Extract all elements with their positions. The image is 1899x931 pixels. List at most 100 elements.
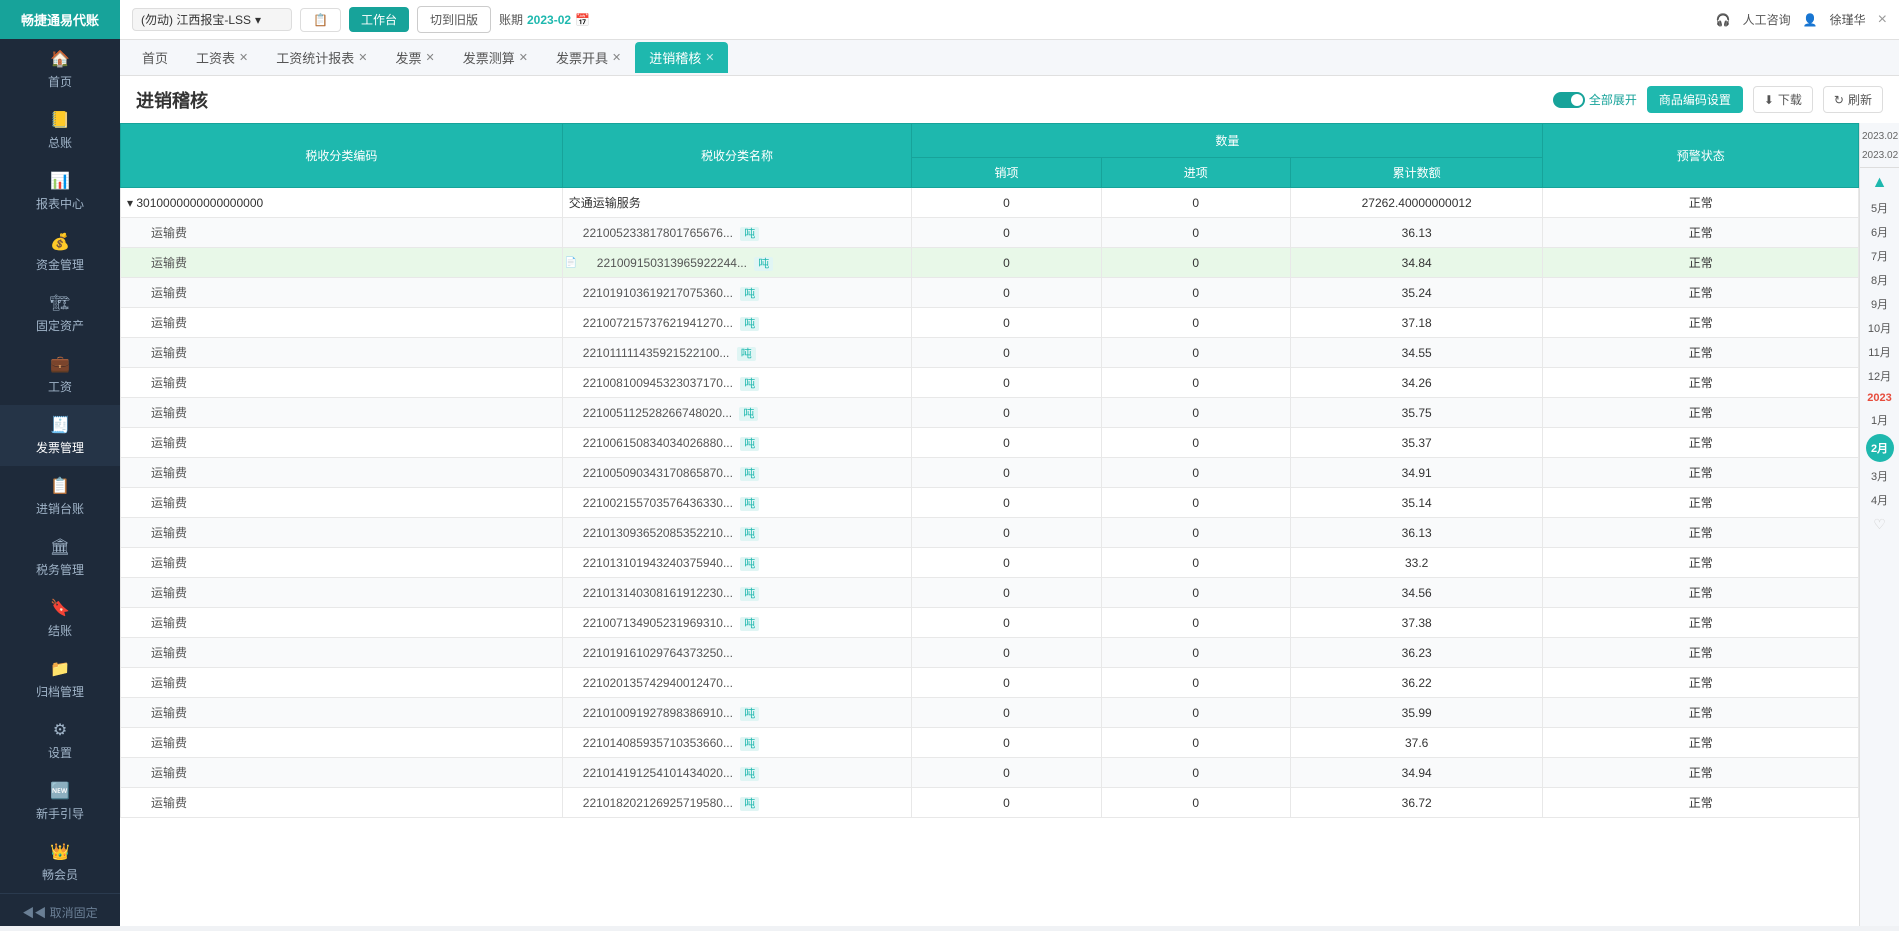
sidebar-item-archive[interactable]: 📁 归档管理	[0, 649, 120, 710]
tab-salary-close[interactable]: ✕	[239, 51, 248, 64]
table-row[interactable]: 运输费 221019161029764373250... 0 0 36.23 正…	[121, 638, 1859, 668]
row-name: 运输费	[121, 488, 563, 518]
salary-icon: 💼	[50, 354, 70, 374]
table-row[interactable]: 运输费 221006150834034026880... 吨 0 0 35.37…	[121, 428, 1859, 458]
tab-invoice-calc-close[interactable]: ✕	[519, 51, 528, 64]
table-row[interactable]: 运输费 221011111435921522100... 吨 0 0 34.55…	[121, 338, 1859, 368]
sidebar-item-invoice[interactable]: 🧾 发票管理	[0, 405, 120, 466]
month-3[interactable]: 3月	[1860, 464, 1899, 488]
user-label[interactable]: 徐瑾华	[1830, 11, 1866, 28]
table-row-parent[interactable]: ▾ 3010000000000000000 交通运输服务 0 0 27262.4…	[121, 188, 1859, 218]
sidebar-item-salary[interactable]: 💼 工资	[0, 344, 120, 405]
row-purchase: 0	[1101, 278, 1290, 308]
table-row[interactable]: 运输费 221007215737621941270... 吨 0 0 37.18…	[121, 308, 1859, 338]
month-12[interactable]: 12月	[1860, 364, 1899, 388]
sidebar-item-member[interactable]: 👑 畅会员	[0, 832, 120, 893]
download-button[interactable]: ⬇ 下载	[1753, 86, 1813, 113]
table-row[interactable]: 运输费 📄 221009150313965922244... 吨 0 0 34.…	[121, 248, 1859, 278]
table-row[interactable]: 运输费 221014085935710353660... 吨 0 0 37.6 …	[121, 728, 1859, 758]
tab-salary-stat-close[interactable]: ✕	[358, 51, 367, 64]
month-4[interactable]: 4月	[1860, 488, 1899, 512]
tab-home[interactable]: 首页	[128, 42, 182, 73]
right-panel-up-arrow[interactable]: ▲	[1860, 170, 1899, 196]
table-row[interactable]: 运输费 221005090343170865870... 吨 0 0 34.91…	[121, 458, 1859, 488]
table-row[interactable]: 运输费 221019103619217075360... 吨 0 0 35.24…	[121, 278, 1859, 308]
sidebar-item-report[interactable]: 📊 报表中心	[0, 161, 120, 222]
month-1[interactable]: 1月	[1860, 408, 1899, 432]
download-label: 下载	[1778, 91, 1802, 108]
tab-salary-stat[interactable]: 工资统计报表 ✕	[262, 42, 381, 73]
row-sales: 0	[912, 368, 1101, 398]
tab-sales-check[interactable]: 进销稽核 ✕	[635, 42, 728, 73]
th-purchase: 进项	[1101, 158, 1290, 188]
month-5[interactable]: 5月	[1860, 196, 1899, 220]
product-code-button[interactable]: 商品编码设置	[1647, 86, 1743, 113]
parent-status: 正常	[1543, 188, 1859, 218]
month-11[interactable]: 11月	[1860, 340, 1899, 364]
month-6[interactable]: 6月	[1860, 220, 1899, 244]
switch-version-button[interactable]: 切到旧版	[417, 6, 491, 33]
row-name: 运输费	[121, 428, 563, 458]
table-row[interactable]: 运输费 221020135742940012470... 0 0 36.22 正…	[121, 668, 1859, 698]
month-8[interactable]: 8月	[1860, 268, 1899, 292]
sales-icon: 📋	[50, 476, 70, 496]
pin-toggle[interactable]: ◀◀ 取消固定	[0, 893, 120, 931]
tab-salary[interactable]: 工资表 ✕	[182, 42, 262, 73]
table-row[interactable]: 运输费 221007134905231969310... 吨 0 0 37.38…	[121, 608, 1859, 638]
sidebar-item-guide[interactable]: 🆕 新手引导	[0, 771, 120, 832]
sidebar-item-settings[interactable]: ⚙ 设置	[0, 710, 120, 771]
tab-invoice-close[interactable]: ✕	[426, 51, 435, 64]
tab-sales-check-close[interactable]: ✕	[705, 51, 714, 64]
row-name: 运输费	[121, 728, 563, 758]
row-sales: 0	[912, 578, 1101, 608]
row-status: 正常	[1543, 788, 1859, 818]
table-row[interactable]: 运输费 221013140308161912230... 吨 0 0 34.56…	[121, 578, 1859, 608]
table-row[interactable]: 运输费 221010091927898386910... 吨 0 0 35.99…	[121, 698, 1859, 728]
tab-invoice-open-close[interactable]: ✕	[612, 51, 621, 64]
settings-icon: ⚙	[53, 720, 67, 740]
table-row[interactable]: 运输费 221013093652085352210... 吨 0 0 36.13…	[121, 518, 1859, 548]
tab-invoice-calc[interactable]: 发票测算 ✕	[449, 42, 542, 73]
sidebar-item-tax[interactable]: 🏛 税务管理	[0, 527, 120, 588]
table-row[interactable]: 运输费 221018202126925719580... 吨 0 0 36.72…	[121, 788, 1859, 818]
row-cumulative: 36.23	[1290, 638, 1542, 668]
member-icon: 👑	[50, 842, 70, 862]
close-button[interactable]: ×	[1878, 11, 1887, 29]
row-code: 221002155703576436330... 吨	[562, 488, 911, 518]
month-7[interactable]: 7月	[1860, 244, 1899, 268]
copy-button[interactable]: 📋	[300, 8, 341, 32]
table-row[interactable]: 运输费 221013101943240375940... 吨 0 0 33.2 …	[121, 548, 1859, 578]
tab-invoice[interactable]: 发票 ✕	[381, 42, 448, 73]
table-row[interactable]: 运输费 221005112528266748020... 吨 0 0 35.75…	[121, 398, 1859, 428]
row-purchase: 0	[1101, 518, 1290, 548]
expand-all-toggle[interactable]: 全部展开	[1553, 91, 1637, 108]
row-purchase: 0	[1101, 608, 1290, 638]
tab-invoice-open[interactable]: 发票开具 ✕	[542, 42, 635, 73]
sidebar-item-label: 工资	[48, 378, 72, 395]
support-label[interactable]: 人工咨询	[1743, 11, 1791, 28]
sidebar-item-capital[interactable]: 💰 资金管理	[0, 222, 120, 283]
sidebar-item-ledger[interactable]: 📒 总账	[0, 100, 120, 161]
table-row[interactable]: 运输费 221002155703576436330... 吨 0 0 35.14…	[121, 488, 1859, 518]
table-row[interactable]: 运输费 221008100945323037170... 吨 0 0 34.26…	[121, 368, 1859, 398]
month-9[interactable]: 9月	[1860, 292, 1899, 316]
month-10[interactable]: 10月	[1860, 316, 1899, 340]
heart-icon[interactable]: ♡	[1860, 512, 1899, 537]
table-row[interactable]: 运输费 221014191254101434020... 吨 0 0 34.94…	[121, 758, 1859, 788]
table-row[interactable]: 运输费 221005233817801765676... 吨 0 0 36.13…	[121, 218, 1859, 248]
month-2[interactable]: 2月	[1866, 434, 1894, 462]
calendar-icon[interactable]: 📅	[575, 13, 590, 27]
sidebar-item-home[interactable]: 🏠 首页	[0, 39, 120, 100]
sidebar-item-sales[interactable]: 📋 进销台账	[0, 466, 120, 527]
year-2023[interactable]: 2023	[1860, 388, 1899, 408]
workspace-button[interactable]: 工作台	[349, 7, 409, 32]
sidebar-item-label: 设置	[48, 744, 72, 761]
ledger-icon: 📒	[50, 110, 70, 130]
company-selector[interactable]: (勿动) 江西报宝-LSS ▾	[132, 8, 292, 31]
tab-home-label: 首页	[142, 48, 168, 67]
sidebar-item-fixed[interactable]: 🏗 固定资产	[0, 283, 120, 344]
row-sales: 0	[912, 518, 1101, 548]
toggle-switch[interactable]	[1553, 92, 1585, 108]
refresh-button[interactable]: ↻ 刷新	[1823, 86, 1883, 113]
sidebar-item-settlement[interactable]: 🔖 结账	[0, 588, 120, 649]
